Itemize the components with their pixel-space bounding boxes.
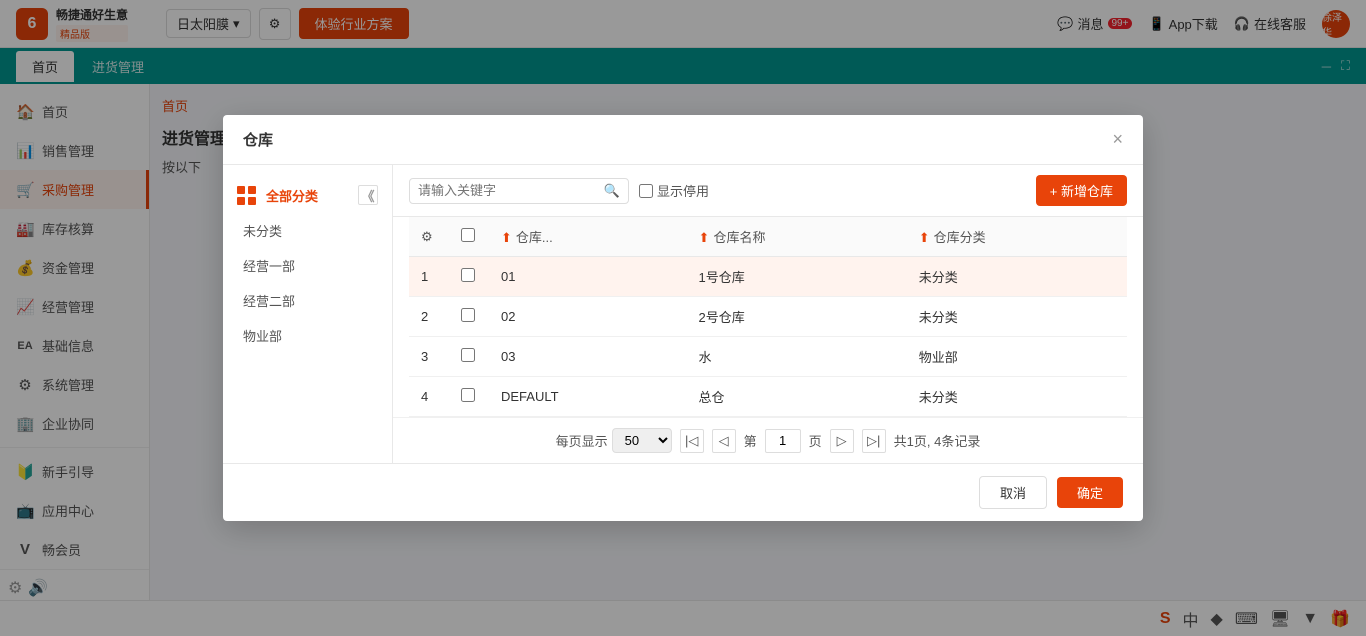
row-name: 水 bbox=[687, 337, 907, 377]
category-grid-icon bbox=[237, 186, 256, 205]
row-select-checkbox[interactable] bbox=[461, 308, 475, 322]
row-checkbox bbox=[449, 257, 489, 297]
th-category: ⬆仓库分类 bbox=[907, 217, 1127, 257]
row-select-checkbox[interactable] bbox=[461, 388, 475, 402]
table-row[interactable]: 2 02 2号仓库 未分类 bbox=[409, 297, 1127, 337]
table-container: ⚙ ⬆仓库... ⬆仓库名称 bbox=[393, 217, 1143, 417]
right-data-panel: 🔍 显示停用 + 新增仓库 ⚙ bbox=[393, 165, 1143, 463]
warehouse-modal: 仓库 × 全部分类 《 未分类 经营一部 经营二部 bbox=[223, 115, 1143, 521]
show-disabled-option: 显示停用 bbox=[639, 181, 709, 200]
row-checkbox bbox=[449, 377, 489, 417]
next-page-button[interactable]: ▷ bbox=[830, 429, 854, 453]
page-size-select: 每页显示 50 100 200 bbox=[556, 428, 672, 453]
row-category: 未分类 bbox=[907, 257, 1127, 297]
row-code: 02 bbox=[489, 297, 687, 337]
sort-icon-category: ⬆ bbox=[919, 230, 930, 245]
table-header: ⚙ ⬆仓库... ⬆仓库名称 bbox=[409, 217, 1127, 257]
left-category-panel: 全部分类 《 未分类 经营一部 经营二部 物业部 bbox=[223, 165, 393, 463]
table-row[interactable]: 4 DEFAULT 总仓 未分类 bbox=[409, 377, 1127, 417]
right-toolbar: 🔍 显示停用 + 新增仓库 bbox=[393, 165, 1143, 217]
row-checkbox bbox=[449, 297, 489, 337]
row-name: 2号仓库 bbox=[687, 297, 907, 337]
page-size-dropdown[interactable]: 50 100 200 bbox=[612, 428, 672, 453]
row-no: 3 bbox=[409, 337, 449, 377]
first-page-button[interactable]: |◁ bbox=[680, 429, 704, 453]
row-select-checkbox[interactable] bbox=[461, 268, 475, 282]
modal-header: 仓库 × bbox=[223, 115, 1143, 165]
modal-close-button[interactable]: × bbox=[1112, 129, 1123, 150]
prev-page-button[interactable]: ◁ bbox=[712, 429, 736, 453]
row-code: 03 bbox=[489, 337, 687, 377]
row-checkbox bbox=[449, 337, 489, 377]
sort-icon-code: ⬆ bbox=[501, 230, 512, 245]
category-item-dept1[interactable]: 经营一部 bbox=[223, 248, 392, 283]
category-item-property[interactable]: 物业部 bbox=[223, 318, 392, 353]
th-code: ⬆仓库... bbox=[489, 217, 687, 257]
warehouse-table: ⚙ ⬆仓库... ⬆仓库名称 bbox=[409, 217, 1127, 417]
row-name: 1号仓库 bbox=[687, 257, 907, 297]
row-no: 4 bbox=[409, 377, 449, 417]
th-name: ⬆仓库名称 bbox=[687, 217, 907, 257]
all-category-header[interactable]: 全部分类 《 bbox=[223, 177, 392, 213]
collapse-button[interactable]: 《 bbox=[358, 185, 378, 205]
cancel-button[interactable]: 取消 bbox=[979, 476, 1047, 509]
search-box: 🔍 bbox=[409, 178, 629, 204]
row-select-checkbox[interactable] bbox=[461, 348, 475, 362]
modal-footer: 取消 确定 bbox=[223, 463, 1143, 521]
modal-body: 全部分类 《 未分类 经营一部 经营二部 物业部 🔍 bbox=[223, 165, 1143, 463]
row-code: 01 bbox=[489, 257, 687, 297]
modal-title: 仓库 bbox=[243, 129, 273, 150]
th-settings: ⚙ bbox=[409, 217, 449, 257]
table-row[interactable]: 3 03 水 物业部 bbox=[409, 337, 1127, 377]
select-all-checkbox[interactable] bbox=[461, 228, 475, 242]
category-item-dept2[interactable]: 经营二部 bbox=[223, 283, 392, 318]
settings-th-icon: ⚙ bbox=[421, 229, 433, 244]
category-item-unclassified[interactable]: 未分类 bbox=[223, 213, 392, 248]
row-name: 总仓 bbox=[687, 377, 907, 417]
row-category: 未分类 bbox=[907, 377, 1127, 417]
row-code: DEFAULT bbox=[489, 377, 687, 417]
pagination: 每页显示 50 100 200 |◁ ◁ 第 页 ▷ ▷| 共1页, 4条记录 bbox=[393, 417, 1143, 463]
row-no: 2 bbox=[409, 297, 449, 337]
row-no: 1 bbox=[409, 257, 449, 297]
confirm-button[interactable]: 确定 bbox=[1057, 477, 1123, 508]
sort-icon-name: ⬆ bbox=[699, 230, 710, 245]
row-category: 物业部 bbox=[907, 337, 1127, 377]
row-category: 未分类 bbox=[907, 297, 1127, 337]
last-page-button[interactable]: ▷| bbox=[862, 429, 886, 453]
search-icon: 🔍 bbox=[604, 183, 620, 199]
show-disabled-checkbox[interactable] bbox=[639, 184, 653, 198]
table-row[interactable]: 1 01 1号仓库 未分类 bbox=[409, 257, 1127, 297]
add-warehouse-button[interactable]: + 新增仓库 bbox=[1036, 175, 1127, 206]
th-checkbox bbox=[449, 217, 489, 257]
page-input[interactable] bbox=[765, 429, 801, 453]
modal-overlay: 仓库 × 全部分类 《 未分类 经营一部 经营二部 bbox=[0, 0, 1366, 636]
table-body: 1 01 1号仓库 未分类 2 bbox=[409, 257, 1127, 417]
search-input[interactable] bbox=[418, 183, 600, 198]
